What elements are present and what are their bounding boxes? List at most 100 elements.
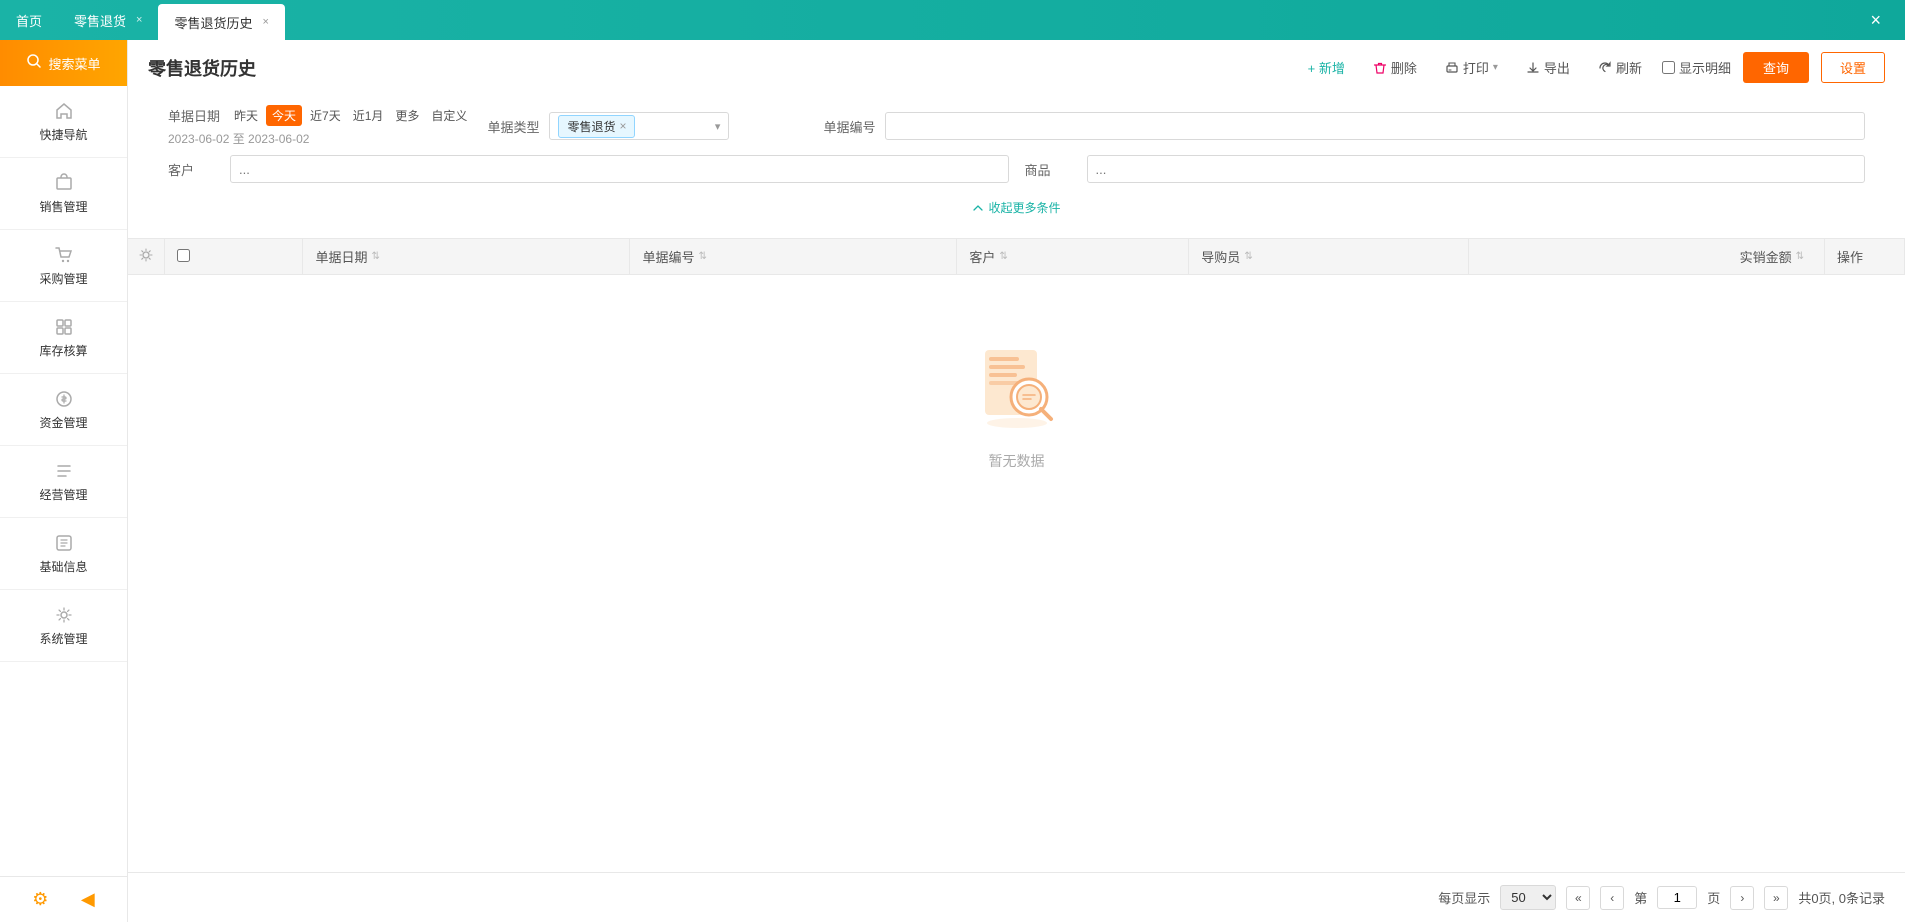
filter-row-2: 客户 商品 bbox=[168, 155, 1865, 183]
customer-sort-icon: ⇅ bbox=[999, 251, 1007, 262]
type-tag-close[interactable]: × bbox=[619, 119, 626, 133]
page-size-label: 每页显示 bbox=[1438, 888, 1490, 907]
date-filter-label: 单据日期 bbox=[168, 106, 224, 125]
sidebar-search[interactable]: 搜索菜单 bbox=[0, 40, 127, 86]
date-btn-custom[interactable]: 自定义 bbox=[427, 105, 471, 126]
sidebar-item-basic-info[interactable]: 基础信息 bbox=[0, 518, 127, 590]
volume-bottom-icon[interactable]: ◀ bbox=[81, 889, 95, 910]
page-first-button[interactable]: « bbox=[1566, 886, 1590, 910]
table-header-actions: 操作 bbox=[1825, 239, 1905, 275]
settings-bottom-icon[interactable]: ⚙ bbox=[32, 889, 48, 910]
show-detail-checkbox-label[interactable]: 显示明细 bbox=[1662, 58, 1731, 77]
goods-filter-item: 商品 bbox=[1025, 155, 1866, 183]
date-btn-yesterday[interactable]: 昨天 bbox=[230, 105, 262, 126]
delete-icon bbox=[1373, 61, 1387, 75]
sidebar-item-inventory[interactable]: 库存核算 bbox=[0, 302, 127, 374]
date-btn-1month[interactable]: 近1月 bbox=[349, 105, 388, 126]
collapse-icon bbox=[972, 202, 984, 214]
query-button[interactable]: 查询 bbox=[1743, 52, 1809, 83]
type-filter-label: 单据类型 bbox=[487, 117, 543, 136]
page-last-button[interactable]: » bbox=[1764, 886, 1788, 910]
page-title: 零售退货历史 bbox=[148, 55, 256, 81]
refresh-button[interactable]: 刷新 bbox=[1590, 54, 1650, 81]
sidebar-item-basic-info-label: 基础信息 bbox=[39, 558, 87, 575]
sidebar-item-finance-label: 资金管理 bbox=[39, 414, 87, 431]
tab-home[interactable]: 首页 bbox=[0, 0, 58, 40]
date-range-text: 2023-06-02 至 2023-06-02 bbox=[168, 130, 309, 147]
date-filter-item: 单据日期 昨天 今天 近7天 近1月 更多 自定义 2023-06-02 至 2… bbox=[168, 105, 471, 147]
tab-retail-return-history[interactable]: 零售退货历史 × bbox=[158, 4, 284, 40]
type-selector[interactable]: 零售退货 × ▾ bbox=[549, 112, 729, 140]
data-table: 单据日期 ⇅ 单据编号 ⇅ 客户 bbox=[128, 239, 1905, 275]
sidebar-item-quick-nav-label: 快捷导航 bbox=[39, 126, 87, 143]
collapse-button[interactable]: 收起更多条件 bbox=[960, 195, 1072, 220]
sidebar-bottom: ⚙ ◀ bbox=[0, 876, 127, 922]
print-icon bbox=[1445, 61, 1459, 75]
number-filter-item: 单据编号 bbox=[823, 112, 1865, 140]
inventory-icon bbox=[53, 316, 75, 338]
settings-button[interactable]: 设置 bbox=[1821, 52, 1885, 83]
number-filter-input[interactable] bbox=[885, 112, 1865, 140]
operation-icon bbox=[53, 460, 75, 482]
table-header-date[interactable]: 单据日期 ⇅ bbox=[303, 239, 630, 275]
sidebar-item-sales[interactable]: 销售管理 bbox=[0, 158, 127, 230]
page-prev-button[interactable]: ‹ bbox=[1600, 886, 1624, 910]
export-icon bbox=[1526, 61, 1540, 75]
top-bar-right: × bbox=[1862, 10, 1905, 31]
date-btn-7days[interactable]: 近7天 bbox=[306, 105, 345, 126]
customer-filter-input[interactable] bbox=[230, 155, 1009, 183]
table-header-guide[interactable]: 导购员 ⇅ bbox=[1189, 239, 1468, 275]
date-btn-more[interactable]: 更多 bbox=[391, 105, 423, 126]
sidebar-item-sales-label: 销售管理 bbox=[39, 198, 87, 215]
delete-button[interactable]: 删除 bbox=[1365, 54, 1425, 81]
tab-retail-return[interactable]: 零售退货 × bbox=[58, 0, 158, 40]
sidebar-item-purchase-label: 采购管理 bbox=[39, 270, 87, 287]
new-button[interactable]: + 新增 bbox=[1300, 54, 1353, 81]
tab-retail-return-close[interactable]: × bbox=[136, 14, 142, 26]
empty-state: 暂无数据 bbox=[128, 275, 1905, 531]
select-all-checkbox[interactable] bbox=[177, 249, 190, 262]
table-header-amount[interactable]: 实销金额 ⇅ bbox=[1468, 239, 1824, 275]
main-layout: 搜索菜单 快捷导航 销售管理 bbox=[0, 40, 1905, 922]
page-title-row: 零售退货历史 + 新增 删除 打印 bbox=[148, 52, 1885, 83]
table-header-customer[interactable]: 客户 ⇅ bbox=[957, 239, 1189, 275]
print-dropdown-icon[interactable]: ▾ bbox=[1493, 62, 1498, 73]
number-sort-icon: ⇅ bbox=[698, 251, 706, 262]
system-icon bbox=[53, 604, 75, 626]
sidebar-items: 快捷导航 销售管理 bbox=[0, 86, 127, 876]
show-detail-checkbox[interactable] bbox=[1662, 61, 1675, 74]
sidebar-item-system[interactable]: 系统管理 bbox=[0, 590, 127, 662]
total-text: 共0页, 0条记录 bbox=[1798, 888, 1885, 907]
table-header-number[interactable]: 单据编号 ⇅ bbox=[630, 239, 957, 275]
table-header-setting[interactable] bbox=[128, 239, 164, 275]
date-sort-icon: ⇅ bbox=[371, 251, 379, 262]
guide-sort-icon: ⇅ bbox=[1244, 251, 1252, 262]
date-btn-today[interactable]: 今天 bbox=[266, 105, 302, 126]
refresh-icon bbox=[1598, 61, 1612, 75]
sidebar-item-system-label: 系统管理 bbox=[39, 630, 87, 647]
type-tag: 零售退货 × bbox=[558, 115, 635, 138]
sidebar-search-label: 搜索菜单 bbox=[48, 54, 100, 73]
goods-filter-input[interactable] bbox=[1087, 155, 1866, 183]
page-unit: 页 bbox=[1707, 888, 1720, 907]
page-next-button[interactable]: › bbox=[1730, 886, 1754, 910]
tab-retail-return-history-close[interactable]: × bbox=[262, 16, 268, 28]
print-button[interactable]: 打印 ▾ bbox=[1437, 54, 1506, 81]
page-number-input[interactable] bbox=[1657, 886, 1697, 909]
basic-info-icon bbox=[53, 532, 75, 554]
page-header: 零售退货历史 + 新增 删除 打印 bbox=[128, 40, 1905, 239]
sidebar-item-finance[interactable]: 资金管理 bbox=[0, 374, 127, 446]
empty-icon bbox=[967, 335, 1067, 435]
page-size-select[interactable]: 50 10 20 100 bbox=[1500, 885, 1556, 910]
table-header-checkbox[interactable] bbox=[164, 239, 303, 275]
window-close-button[interactable]: × bbox=[1862, 10, 1889, 31]
filter-row-1: 单据日期 昨天 今天 近7天 近1月 更多 自定义 2023-06-02 至 2… bbox=[168, 105, 1865, 147]
export-button[interactable]: 导出 bbox=[1518, 54, 1578, 81]
purchase-icon bbox=[53, 244, 75, 266]
sidebar-item-operation[interactable]: 经营管理 bbox=[0, 446, 127, 518]
top-bar: 首页 零售退货 × 零售退货历史 × × bbox=[0, 0, 1905, 40]
sidebar-item-quick-nav[interactable]: 快捷导航 bbox=[0, 86, 127, 158]
sidebar-item-purchase[interactable]: 采购管理 bbox=[0, 230, 127, 302]
goods-filter-label: 商品 bbox=[1025, 160, 1081, 179]
finance-icon bbox=[53, 388, 75, 410]
